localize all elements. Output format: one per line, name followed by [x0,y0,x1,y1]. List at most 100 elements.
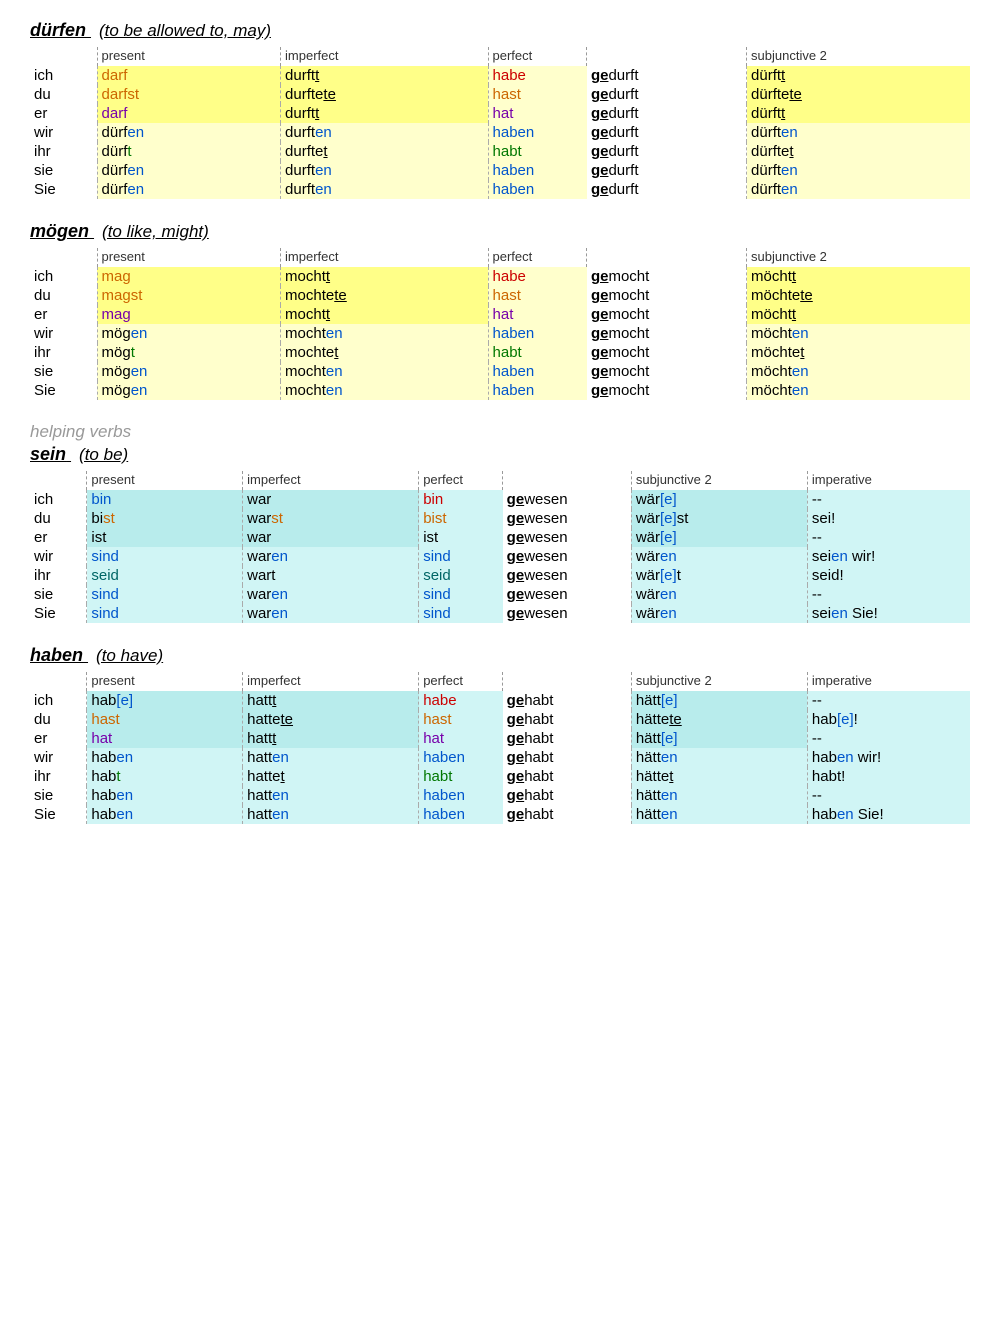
header-row: presentimperfectperfectsubjunctive 2 [30,248,970,267]
present-cell: dürfen [97,180,281,199]
subj2-cell: wären [631,604,807,623]
imperfect-cell: warst [243,509,419,528]
header-present: present [87,471,243,490]
subj2-cell: dürftete [747,85,970,104]
verb-name: sein [30,444,66,464]
table-row: dubistwarstbistgewesenwär[e]stsei! [30,509,970,528]
perfect-aux-cell: habt [488,343,587,362]
perfect-pp-cell: gehabt [503,691,632,710]
perfect-aux-cell: haben [488,180,587,199]
perfect-aux-cell: habe [488,66,587,85]
verb-title: sein (to be) [30,444,970,465]
perfect-aux-cell: bin [419,490,503,509]
header- [587,248,747,267]
perfect-aux-cell: haben [488,362,587,381]
table-row: duhasthattetehastgehabthättetehab[e]! [30,710,970,729]
pronoun-cell: sie [30,161,97,180]
subj2-cell: hättete [631,710,807,729]
header-pronoun [30,248,97,267]
present-cell: mögt [97,343,281,362]
header-present: present [97,47,281,66]
table-row: ihrdürftdurftethabtgedurftdürftet [30,142,970,161]
subj2-cell: dürftt [747,104,970,123]
imperative-cell: haben wir! [807,748,970,767]
verb-section: dürfen (to be allowed to, may) presentim… [30,20,970,199]
perfect-pp-cell: gewesen [503,528,632,547]
pronoun-cell: Sie [30,180,97,199]
header-imperfect: imperfect [281,47,488,66]
subj2-cell: möchtt [747,305,970,324]
table-row: Siesindwarensindgewesenwärenseien Sie! [30,604,970,623]
perfect-aux-cell: haben [488,324,587,343]
imperative-cell: sei! [807,509,970,528]
perfect-pp-cell: gehabt [503,729,632,748]
imperfect-cell: hattt [243,691,419,710]
subj2-cell: wär[e]t [631,566,807,585]
subj2-cell: wären [631,585,807,604]
subj2-cell: möchtt [747,267,970,286]
subj2-cell: möchtet [747,343,970,362]
subj2-cell: hättet [631,767,807,786]
table-row: Siedürfendurftenhabengedurftdürften [30,180,970,199]
header-subjunctive-2: subjunctive 2 [747,47,970,66]
perfect-aux-cell: habt [419,767,503,786]
imperfect-cell: durftet [281,142,488,161]
table-row: ichmagmochtthabegemochtmöchtt [30,267,970,286]
imperfect-cell: mochten [281,362,488,381]
table-row: eristwaristgewesenwär[e]-- [30,528,970,547]
perfect-aux-cell: seid [419,566,503,585]
imperfect-cell: hatten [243,786,419,805]
present-cell: hab[e] [87,691,243,710]
table-row: ichbinwarbingewesenwär[e]-- [30,490,970,509]
verb-subtitle: (to be allowed to, may) [99,21,271,40]
verb-name: dürfen [30,20,86,40]
perfect-aux-cell: sind [419,604,503,623]
perfect-aux-cell: hat [488,104,587,123]
table-row: wirmögenmochtenhabengemochtmöchten [30,324,970,343]
present-cell: darfst [97,85,281,104]
imperfect-cell: waren [243,547,419,566]
present-cell: seid [87,566,243,585]
imperfect-cell: durften [281,180,488,199]
imperfect-cell: wart [243,566,419,585]
table-row: ihrhabthattethabtgehabthättethabt! [30,767,970,786]
perfect-aux-cell: hat [419,729,503,748]
table-row: siemögenmochtenhabengemochtmöchten [30,362,970,381]
perfect-pp-cell: gewesen [503,585,632,604]
pronoun-cell: sie [30,362,97,381]
perfect-pp-cell: gemocht [587,381,747,400]
header-perfect: perfect [488,47,587,66]
header-pronoun [30,471,87,490]
pronoun-cell: Sie [30,805,87,824]
header-pronoun [30,47,97,66]
perfect-pp-cell: gemocht [587,286,747,305]
perfect-aux-cell: sind [419,547,503,566]
pronoun-cell: ich [30,267,97,286]
header-imperfect: imperfect [243,471,419,490]
pronoun-cell: du [30,710,87,729]
present-cell: dürfen [97,123,281,142]
conjugation-table: presentimperfectperfect subjunctive 2ichd… [30,47,970,199]
table-row: dudarfstdurftetehastgedurftdürftete [30,85,970,104]
subj2-cell: möchtete [747,286,970,305]
subj2-cell: möchten [747,362,970,381]
present-cell: haben [87,748,243,767]
pronoun-cell: du [30,286,97,305]
header-perfect: perfect [488,248,587,267]
imperfect-cell: mochten [281,324,488,343]
verb-section: haben (to have) presentimperfectperfects… [30,645,970,824]
imperative-cell: seid! [807,566,970,585]
subj2-cell: dürftet [747,142,970,161]
pronoun-cell: ihr [30,566,87,585]
header- [587,47,747,66]
table-row: ichdarfdurftthabegedurftdürftt [30,66,970,85]
subj2-cell: hätt[e] [631,729,807,748]
header-imperative: imperative [807,672,970,691]
table-row: ihrseidwartseidgewesenwär[e]tseid! [30,566,970,585]
imperfect-cell: hattet [243,767,419,786]
table-row: dumagstmochtetehastgemochtmöchtete [30,286,970,305]
perfect-pp-cell: gehabt [503,805,632,824]
present-cell: haben [87,786,243,805]
verb-name: mögen [30,221,89,241]
imperative-cell: hab[e]! [807,710,970,729]
